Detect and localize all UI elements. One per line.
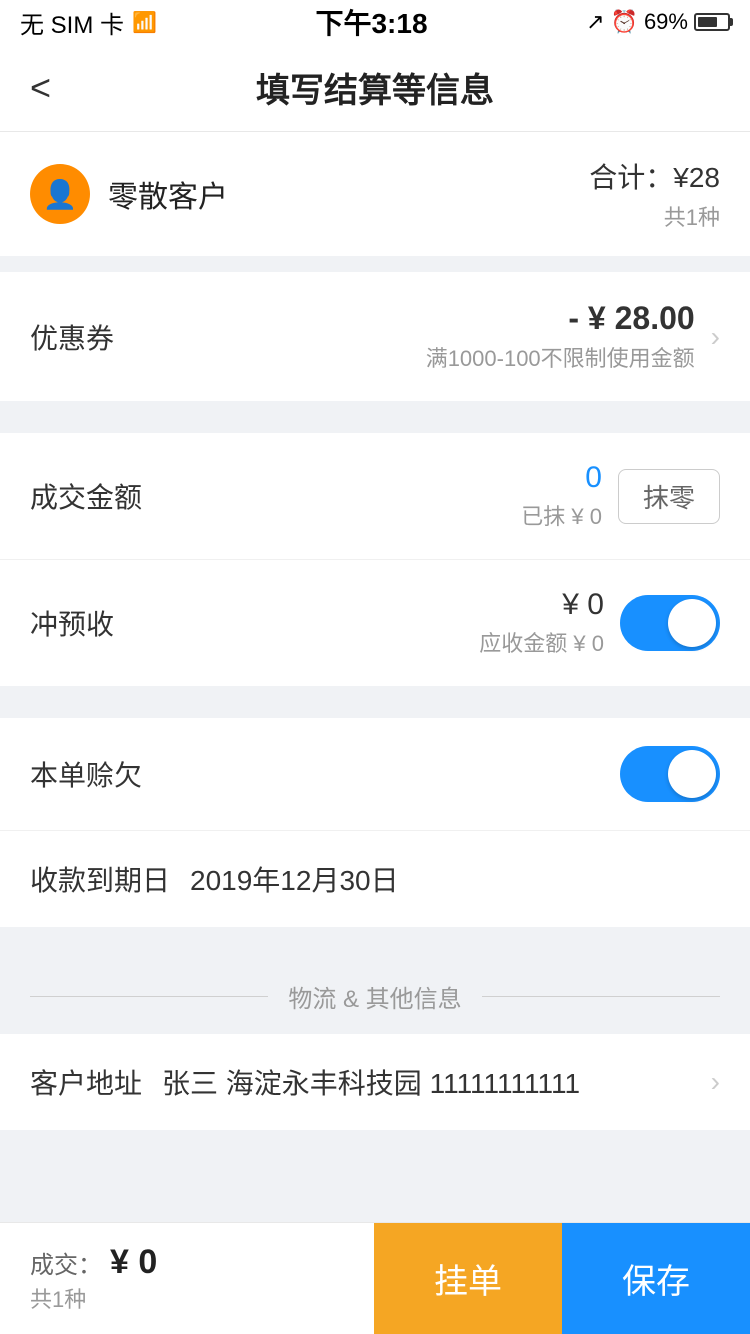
customer-left: 👤 零散客户 [30,164,228,224]
address-row[interactable]: 客户地址 张三 海淀永丰科技园 11111111111 › [0,1034,750,1130]
status-left: 无 SIM 卡 📶 [20,5,157,40]
bottom-deal-label: 成交： [30,1245,102,1280]
carrier-label: 无 SIM 卡 [20,5,124,40]
due-date-row: 收款到期日 2019年12月30日 [0,831,750,927]
divider-2 [0,702,750,718]
coupon-amount: - ¥ 28.00 [426,300,695,337]
round-zero-button[interactable]: 抹零 [618,469,720,524]
divider-3 [0,943,750,959]
address-section: 客户地址 张三 海淀永丰科技园 11111111111 › [0,1034,750,1130]
bottom-info: 成交： ¥ 0 共1种 [0,1243,374,1314]
customer-section: 👤 零散客户 合计：¥28 共1种 [0,132,750,256]
address-label: 客户地址 [30,1062,142,1102]
transaction-rounded: 已抹 ¥ 0 [521,499,602,531]
coupon-row[interactable]: 优惠券 - ¥ 28.00 满1000-100不限制使用金额 › [0,272,750,401]
customer-total: 合计：¥28 [589,156,720,196]
nav-bar: < 填写结算等信息 [0,44,750,132]
alarm-icon: ⏰ [611,9,638,35]
battery-label: 69% [644,9,688,35]
customer-name: 零散客户 [108,172,228,216]
page-title: 填写结算等信息 [256,63,494,112]
customer-avatar: 👤 [30,164,90,224]
logistics-label: 物流 & 其他信息 [288,979,461,1014]
customer-count: 共1种 [589,200,720,232]
bottom-bar: 成交： ¥ 0 共1种 挂单 保存 [0,1222,750,1334]
prepayment-value: ¥ 0 应收金额 ¥ 0 [479,588,604,658]
due-date-value: 2019年12月30日 [190,859,399,899]
due-date-label: 收款到期日 [30,859,170,899]
credit-row: 本单赊欠 [0,718,750,831]
prepayment-row: 冲预收 ¥ 0 应收金额 ¥ 0 [0,560,750,686]
transaction-row: 成交金额 0 已抹 ¥ 0 抹零 [0,433,750,560]
credit-label: 本单赊欠 [30,754,142,794]
divider-line-right [482,996,720,997]
prepayment-toggle[interactable] [620,595,720,651]
toggle-knob [668,599,716,647]
coupon-section: 优惠券 - ¥ 28.00 满1000-100不限制使用金额 › [0,272,750,401]
coupon-right: - ¥ 28.00 满1000-100不限制使用金额 › [426,300,720,373]
prepayment-label: 冲预收 [30,603,114,643]
prepayment-amount: ¥ 0 [479,588,604,622]
divider-1 [0,417,750,433]
credit-toggle[interactable] [620,746,720,802]
address-value: 张三 海淀永丰科技园 11111111111 [162,1062,711,1102]
credit-section: 本单赊欠 收款到期日 2019年12月30日 [0,718,750,927]
logistics-divider: 物流 & 其他信息 [0,959,750,1034]
status-time: 下午3:18 [315,2,427,42]
battery-icon [694,13,730,31]
divider-line-left [30,996,268,997]
avatar-icon: 👤 [43,178,78,211]
transaction-value: 0 已抹 ¥ 0 [521,461,602,531]
bottom-deal-row: 成交： ¥ 0 [30,1243,344,1282]
coupon-value: - ¥ 28.00 满1000-100不限制使用金额 [426,300,695,373]
status-right: ↗ ⏰ 69% [586,9,730,35]
coupon-label: 优惠券 [30,317,114,357]
address-chevron-icon: › [711,1066,720,1098]
customer-row: 👤 零散客户 合计：¥28 共1种 [0,132,750,256]
transaction-section: 成交金额 0 已抹 ¥ 0 抹零 冲预收 ¥ 0 应收金额 ¥ 0 [0,433,750,686]
transaction-label: 成交金额 [30,476,142,516]
bottom-deal-amount: ¥ 0 [110,1243,157,1282]
location-icon: ↗ [586,9,604,35]
status-bar: 无 SIM 卡 📶 下午3:18 ↗ ⏰ 69% [0,0,750,44]
back-button[interactable]: < [30,70,51,106]
pending-button[interactable]: 挂单 [374,1223,562,1334]
prepayment-right: ¥ 0 应收金额 ¥ 0 [479,588,720,658]
coupon-chevron-icon: › [711,321,720,353]
transaction-right: 0 已抹 ¥ 0 抹零 [521,461,720,531]
transaction-amount: 0 [521,461,602,495]
prepayment-receivable: 应收金额 ¥ 0 [479,626,604,658]
coupon-desc: 满1000-100不限制使用金额 [426,341,695,373]
credit-toggle-knob [668,750,716,798]
wifi-icon: 📶 [132,10,157,35]
save-button[interactable]: 保存 [562,1223,750,1334]
content: 👤 零散客户 合计：¥28 共1种 优惠券 - ¥ 28.00 满1000-10… [0,132,750,1266]
customer-right: 合计：¥28 共1种 [589,156,720,232]
bottom-count: 共1种 [30,1282,344,1314]
